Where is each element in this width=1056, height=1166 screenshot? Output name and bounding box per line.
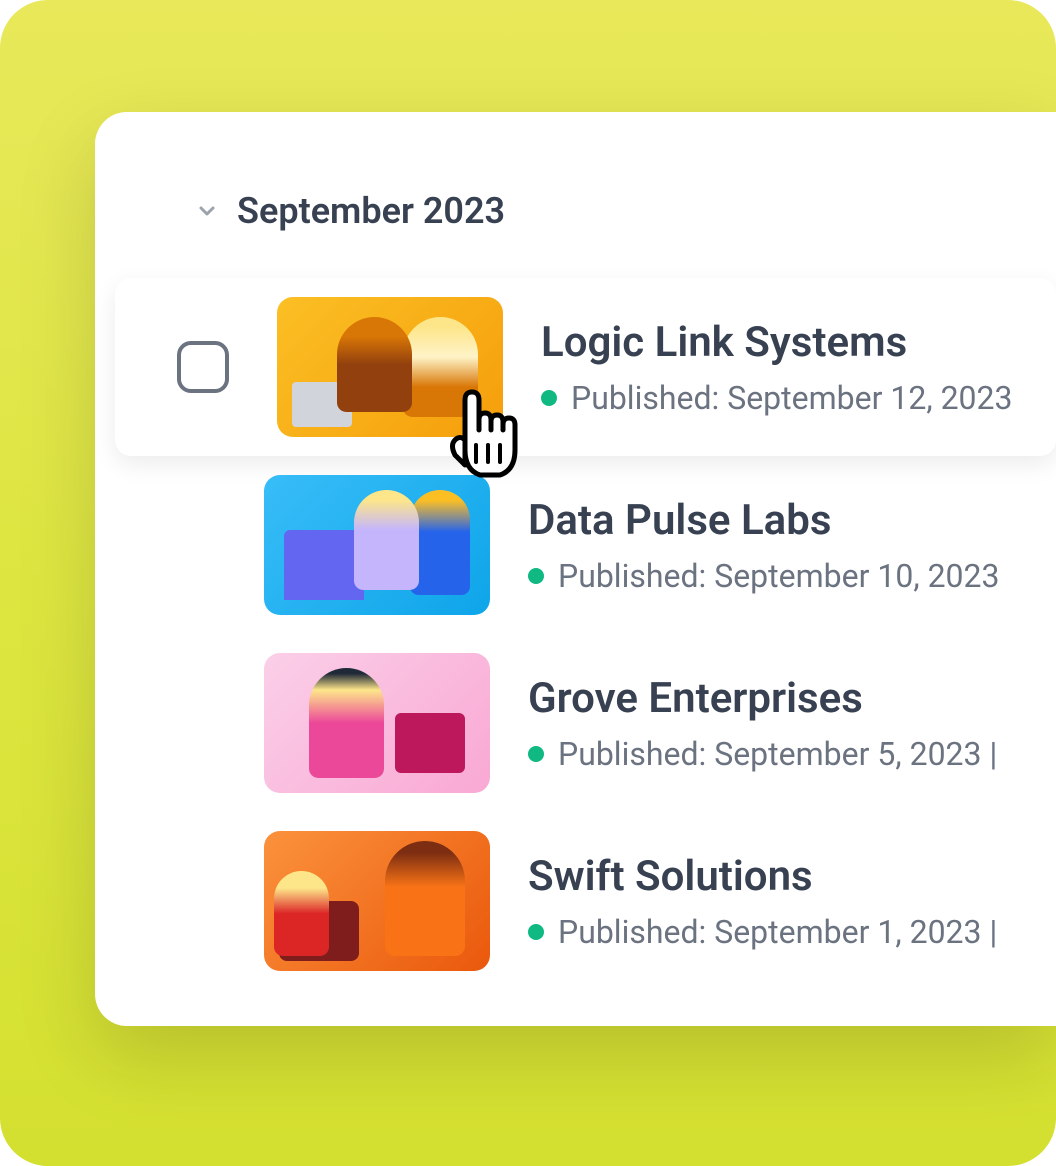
section-header[interactable]: September 2023	[195, 190, 1056, 232]
status-dot-icon	[541, 390, 557, 406]
item-meta: Published: September 12, 2023	[541, 379, 1037, 417]
item-date: Published: September 10, 2023	[558, 557, 1000, 595]
item-content: Logic Link Systems Published: September …	[541, 318, 1037, 417]
item-content: Swift Solutions Published: September 1, …	[528, 852, 1037, 951]
item-thumbnail[interactable]	[264, 653, 490, 793]
status-dot-icon	[528, 924, 544, 940]
item-checkbox[interactable]	[177, 341, 229, 393]
list-item[interactable]: Data Pulse Labs Published: September 10,…	[245, 456, 1056, 634]
item-thumbnail[interactable]	[264, 831, 490, 971]
item-content: Data Pulse Labs Published: September 10,…	[528, 496, 1037, 595]
item-date: Published: September 5, 2023 |	[558, 735, 997, 773]
item-title: Swift Solutions	[528, 852, 1037, 901]
item-date: Published: September 1, 2023 |	[558, 913, 997, 951]
status-dot-icon	[528, 568, 544, 584]
item-thumbnail[interactable]	[264, 475, 490, 615]
content-card: September 2023 Logic Link Systems Publis…	[95, 112, 1056, 1026]
list-item[interactable]: Swift Solutions Published: September 1, …	[245, 812, 1056, 990]
item-content: Grove Enterprises Published: September 5…	[528, 674, 1037, 773]
status-dot-icon	[528, 746, 544, 762]
list-item[interactable]: Logic Link Systems Published: September …	[115, 278, 1056, 456]
item-thumbnail[interactable]	[277, 297, 503, 437]
item-title: Grove Enterprises	[528, 674, 1037, 723]
item-date: Published: September 12, 2023	[571, 379, 1013, 417]
page-background: September 2023 Logic Link Systems Publis…	[0, 0, 1056, 1166]
section-title: September 2023	[237, 190, 505, 232]
list-item[interactable]: Grove Enterprises Published: September 5…	[245, 634, 1056, 812]
item-meta: Published: September 5, 2023 |	[528, 735, 1037, 773]
item-title: Data Pulse Labs	[528, 496, 1037, 545]
item-meta: Published: September 10, 2023	[528, 557, 1037, 595]
item-meta: Published: September 1, 2023 |	[528, 913, 1037, 951]
chevron-down-icon[interactable]	[195, 199, 219, 223]
item-title: Logic Link Systems	[541, 318, 1037, 367]
